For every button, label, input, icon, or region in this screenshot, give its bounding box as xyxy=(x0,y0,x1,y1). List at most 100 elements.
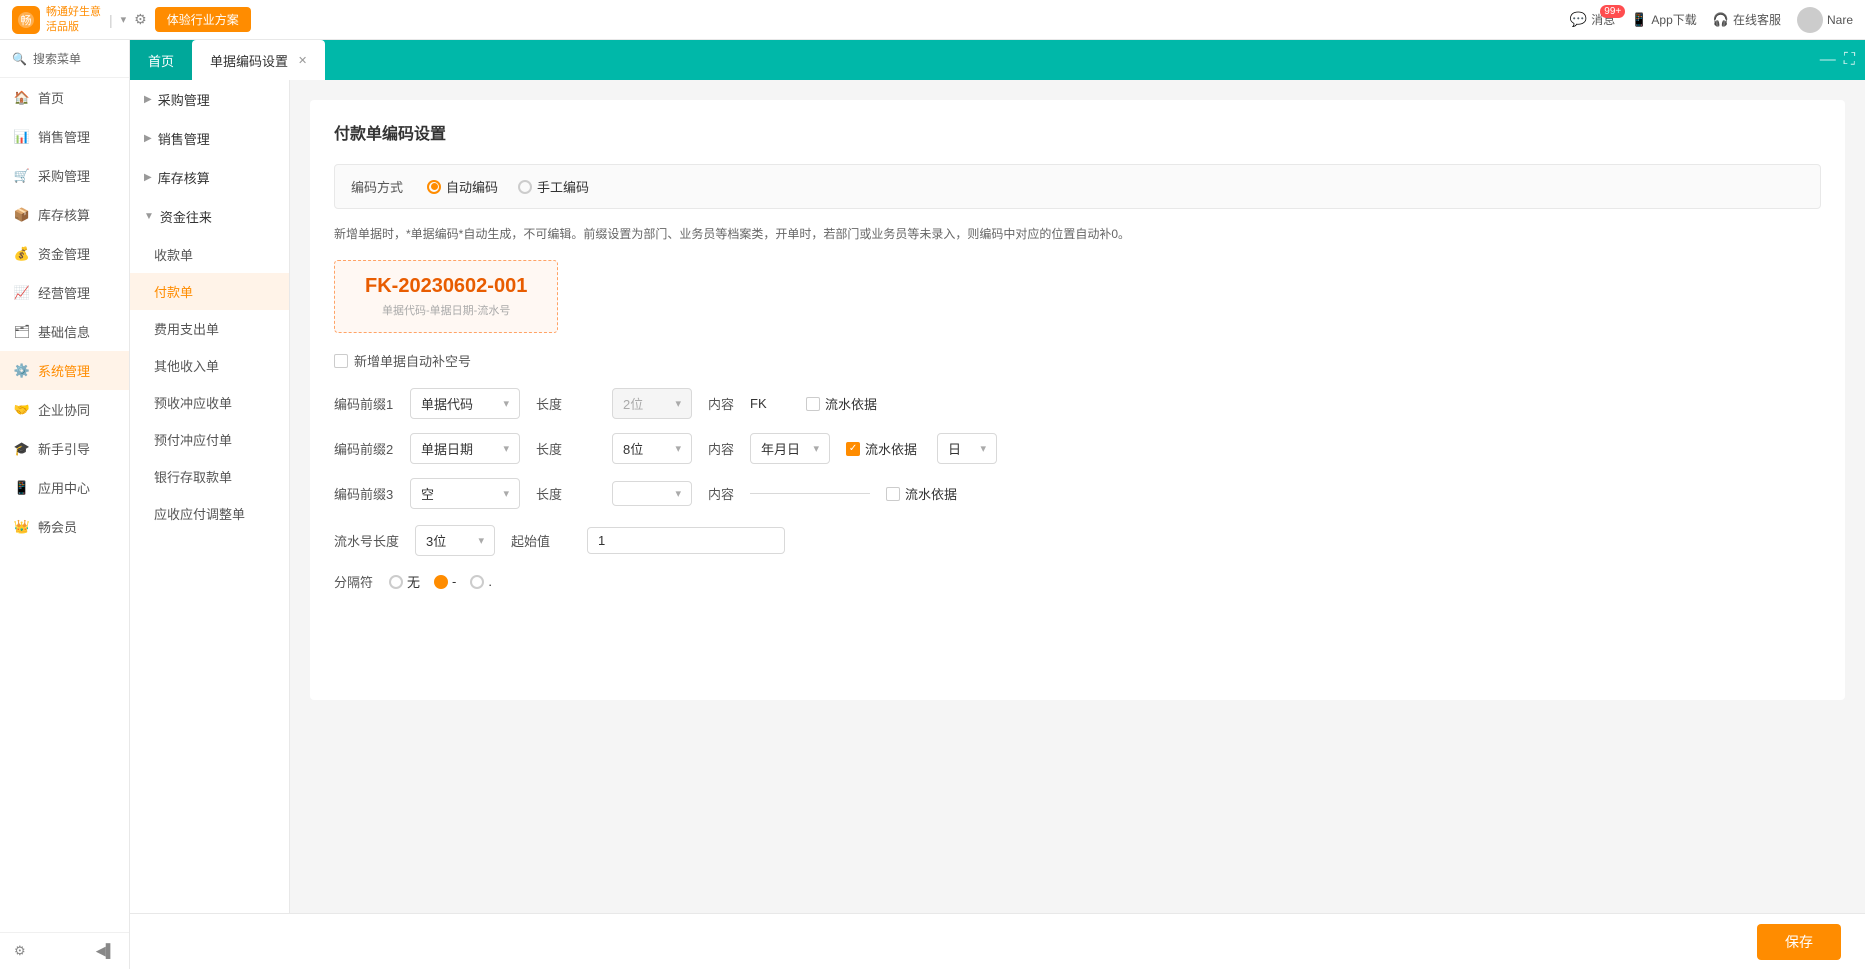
sidebar-item-enterprise[interactable]: 🤝 企业协同 xyxy=(0,390,129,429)
prefix2-cycle-select[interactable]: 日 ▾ xyxy=(937,433,997,464)
sidebar-item-other-income[interactable]: 其他收入单 xyxy=(130,347,289,384)
sidebar: 🔍 搜索菜单 🏠 首页 📊 销售管理 🛒 采购管理 📦 库存核算 💰 xyxy=(0,40,130,969)
sep-dash[interactable]: - xyxy=(434,574,456,589)
group-arrow-inventory: ▶ xyxy=(144,172,152,183)
online-service-button[interactable]: 🎧 在线客服 xyxy=(1713,11,1781,28)
settings-bottom-icon[interactable]: ⚙ xyxy=(14,943,26,959)
page-title: 付款单编码设置 xyxy=(334,120,1821,144)
auto-fill-row: 新增单据自动补空号 xyxy=(334,351,1821,370)
sidebar-bottom: ⚙ ◀▌ xyxy=(0,932,129,969)
prefix1-waterfall-checkbox[interactable] xyxy=(806,397,820,411)
sidebar-item-bank-deposit[interactable]: 银行存取款单 xyxy=(130,458,289,495)
prefix2-length-select[interactable]: 8位 ▾ xyxy=(612,433,692,464)
tab-close-icon[interactable]: ✕ xyxy=(298,54,307,67)
serial-row: 流水号长度 3位 ▾ 起始值 xyxy=(334,525,1821,556)
apps-icon: 📱 xyxy=(14,480,30,496)
prefix3-length-select[interactable]: ▾ xyxy=(612,481,692,506)
prefix3-row: 编码前缀3 空 ▾ 长度 ▾ 内容 xyxy=(334,478,1821,509)
prefix3-content-value xyxy=(750,493,870,494)
tab-bar-controls: — ⛶ xyxy=(1820,51,1855,69)
sidebar-item-home[interactable]: 🏠 首页 xyxy=(0,78,129,117)
finance-icon: 💰 xyxy=(14,246,30,262)
sep-none[interactable]: 无 xyxy=(389,572,420,591)
group-purchase-title[interactable]: ▶ 采购管理 xyxy=(130,80,289,119)
group-inventory-title[interactable]: ▶ 库存核算 xyxy=(130,158,289,197)
app-download-button[interactable]: 📱 App下载 xyxy=(1631,11,1697,28)
system-icon: ⚙️ xyxy=(14,363,30,379)
home-icon: 🏠 xyxy=(14,90,30,106)
settings-icon[interactable]: ⚙ xyxy=(134,11,147,28)
dropdown-arrow[interactable]: ▾ xyxy=(121,13,127,26)
auto-fill-checkbox[interactable] xyxy=(334,354,348,368)
sidebar-item-system[interactable]: ⚙️ 系统管理 xyxy=(0,351,129,390)
prefix3-waterfall-checkbox[interactable] xyxy=(886,487,900,501)
message-badge: 99+ xyxy=(1600,5,1625,18)
prefix3-select[interactable]: 空 ▾ xyxy=(410,478,520,509)
prefix1-waterfall-label: 流水依据 xyxy=(825,394,877,413)
sep-dot-circle xyxy=(470,575,484,589)
tab-minimize-icon[interactable]: — xyxy=(1820,51,1836,69)
prefix2-content-select[interactable]: 年月日 ▾ xyxy=(750,433,830,464)
sidebar-item-payment[interactable]: 付款单 xyxy=(130,273,289,310)
radio-manual[interactable]: 手工编码 xyxy=(518,177,589,196)
sidebar-item-finance[interactable]: 💰 资金管理 xyxy=(0,234,129,273)
sep-none-circle xyxy=(389,575,403,589)
sidebar-search[interactable]: 🔍 搜索菜单 xyxy=(0,40,129,78)
inner-layout: ▶ 采购管理 ▶ 销售管理 ▶ 库存核算 xyxy=(130,80,1865,913)
sidebar-item-advance-payable[interactable]: 预付冲应付单 xyxy=(130,421,289,458)
serial-start-input[interactable] xyxy=(587,527,785,554)
radio-auto[interactable]: 自动编码 xyxy=(427,177,498,196)
sidebar-item-receipts[interactable]: 收款单 xyxy=(130,236,289,273)
collapse-icon[interactable]: ◀▌ xyxy=(96,943,115,959)
prefix1-select[interactable]: 单据代码 ▾ xyxy=(410,388,520,419)
operation-icon: 📈 xyxy=(14,285,30,301)
sidebar-item-adjustment[interactable]: 应收应付调整单 xyxy=(130,495,289,532)
prefix1-content-label: 内容 xyxy=(708,394,734,413)
group-sales-title[interactable]: ▶ 销售管理 xyxy=(130,119,289,158)
sidebar-item-inventory[interactable]: 📦 库存核算 xyxy=(0,195,129,234)
prefix2-waterfall-checkbox[interactable]: ✓ xyxy=(846,442,860,456)
auto-fill-label: 新增单据自动补空号 xyxy=(354,351,471,370)
user-info[interactable]: Nare xyxy=(1797,7,1853,33)
prefix1-length-select[interactable]: 2位 ▾ xyxy=(612,388,692,419)
experience-button[interactable]: 体验行业方案 xyxy=(155,7,251,32)
sidebar-item-member[interactable]: 👑 畅会员 xyxy=(0,507,129,546)
prefix3-arrow: ▾ xyxy=(503,487,509,500)
prefix2-content-arrow: ▾ xyxy=(813,442,819,455)
message-button[interactable]: 💬 消息 99+ xyxy=(1570,11,1615,28)
sep-dot[interactable]: . xyxy=(470,574,492,589)
sidebar-item-expense[interactable]: 费用支出单 xyxy=(130,310,289,347)
prefix1-length-label: 长度 xyxy=(536,394,596,413)
sidebar-item-sales[interactable]: 📊 销售管理 xyxy=(0,117,129,156)
prefix2-waterfall: ✓ 流水依据 xyxy=(846,439,917,458)
radio-auto-circle xyxy=(427,180,441,194)
prefix1-waterfall: 流水依据 xyxy=(806,394,877,413)
prefix2-arrow: ▾ xyxy=(503,442,509,455)
sidebar-item-base[interactable]: 🗂 基础信息 xyxy=(0,312,129,351)
top-bar: 畅 畅通好生意 活品版 | ▾ ⚙ 体验行业方案 💬 消息 99+ 📱 App下… xyxy=(0,0,1865,40)
prefix2-select[interactable]: 单据日期 ▾ xyxy=(410,433,520,464)
sidebar-item-operation[interactable]: 📈 经营管理 xyxy=(0,273,129,312)
prefix3-waterfall-label: 流水依据 xyxy=(905,484,957,503)
code-preview-main: FK-20230602-001 xyxy=(365,275,527,298)
prefix3-label: 编码前缀3 xyxy=(334,484,394,503)
group-arrow-capital: ▼ xyxy=(144,211,154,222)
tab-home[interactable]: 首页 xyxy=(130,40,192,80)
encoding-radio-group: 自动编码 手工编码 xyxy=(427,177,589,196)
save-button[interactable]: 保存 xyxy=(1757,924,1841,960)
group-sales: ▶ 销售管理 xyxy=(130,119,289,158)
sidebar-item-apps[interactable]: 📱 应用中心 xyxy=(0,468,129,507)
sidebar-item-guide[interactable]: 🎓 新手引导 xyxy=(0,429,129,468)
serial-length-select[interactable]: 3位 ▾ xyxy=(415,525,495,556)
top-right-actions: 💬 消息 99+ 📱 App下载 🎧 在线客服 Nare xyxy=(1570,7,1853,33)
tab-encoding[interactable]: 单据编码设置 ✕ xyxy=(192,40,325,80)
logo-icon: 畅 xyxy=(12,6,40,34)
group-capital-title[interactable]: ▼ 资金往来 xyxy=(130,197,289,236)
second-sidebar: ▶ 采购管理 ▶ 销售管理 ▶ 库存核算 xyxy=(130,80,290,913)
base-icon: 🗂 xyxy=(14,324,30,340)
prefix3-length-arrow: ▾ xyxy=(675,487,681,500)
tab-maximize-icon[interactable]: ⛶ xyxy=(1844,51,1855,69)
sidebar-item-purchase[interactable]: 🛒 采购管理 xyxy=(0,156,129,195)
sidebar-item-advance-receivable[interactable]: 预收冲应收单 xyxy=(130,384,289,421)
prefix1-content-value: FK xyxy=(750,396,790,411)
